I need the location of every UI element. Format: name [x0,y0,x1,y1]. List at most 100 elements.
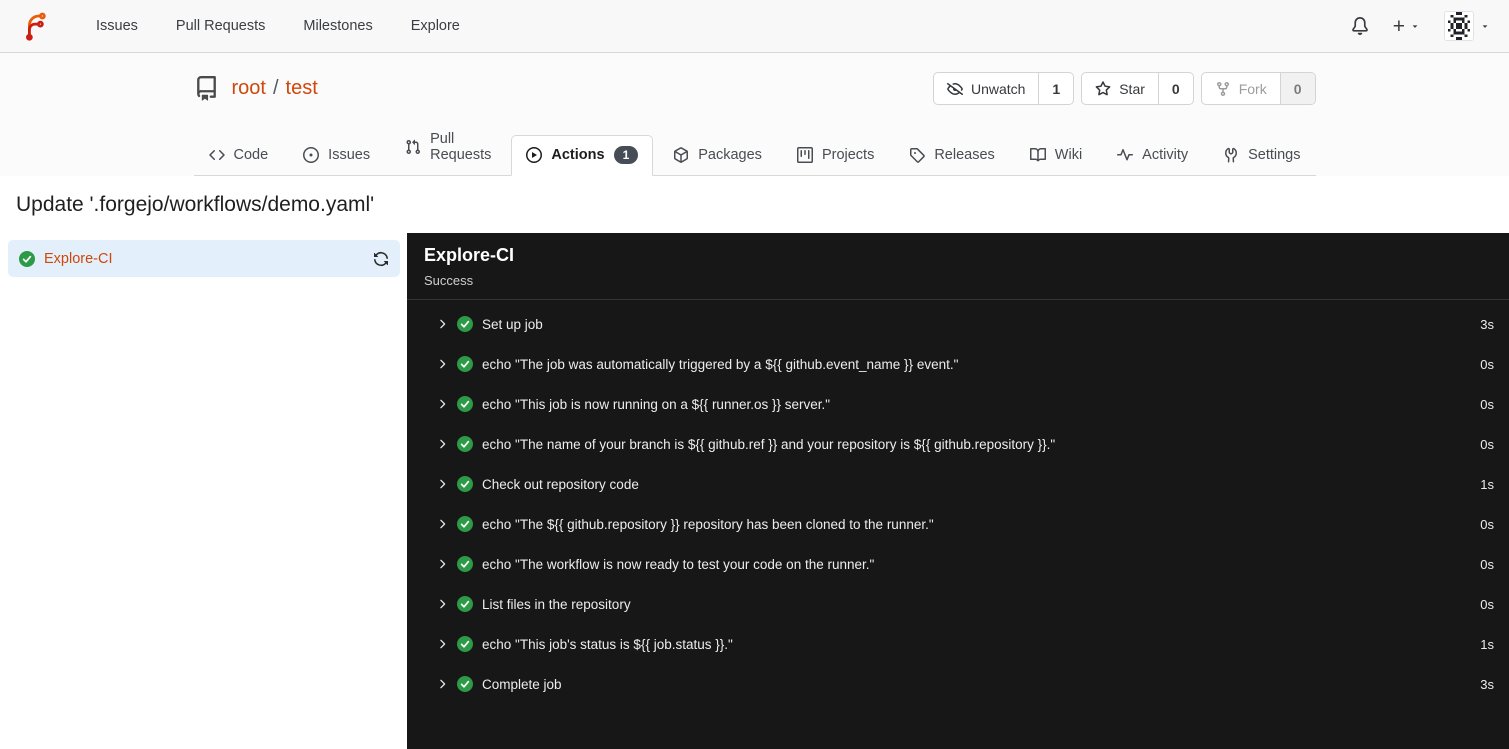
step-name: Check out repository code [482,476,639,492]
fork-icon [1215,81,1231,97]
star-button[interactable]: Star 0 [1081,72,1194,105]
check-circle-icon [457,676,473,692]
tab-actions-label: Actions [551,147,605,163]
jobs-sidebar: Explore-CI [0,233,407,749]
refresh-icon[interactable] [373,251,389,267]
tab-projects[interactable]: Projects [782,136,889,175]
job-step-row[interactable]: echo "The workflow is now ready to test … [407,544,1509,584]
chevron-right-icon[interactable] [435,677,449,691]
navbar-item-milestones[interactable]: Milestones [284,10,391,42]
job-step-row[interactable]: echo "The ${{ github.repository }} repos… [407,504,1509,544]
tab-code-label: Code [233,147,269,163]
chevron-down-icon [1480,21,1490,31]
step-duration: 0s [1480,596,1494,612]
step-name: echo "The job was automatically triggere… [482,356,959,372]
step-duration: 1s [1480,476,1494,492]
git-pull-request-icon [406,139,421,155]
tab-wiki[interactable]: Wiki [1015,136,1097,175]
repo-separator: / [272,77,279,99]
tab-projects-label: Projects [821,147,875,163]
tag-icon [910,148,926,163]
job-step-row[interactable]: Check out repository code 1s [407,464,1509,504]
job-status: Success [424,273,474,288]
tab-packages[interactable]: Packages [658,136,777,175]
unwatch-button[interactable]: Unwatch 1 [932,72,1075,105]
chevron-right-icon[interactable] [435,477,449,491]
run-title-row: Update '.forgejo/workflows/demo.yaml' [0,176,1509,233]
tab-actions[interactable]: Actions 1 [511,135,654,176]
fork-label: Fork [1238,80,1267,97]
repo-tabbar: Code Issues Pull Requests Actions 1 Pack… [193,120,1316,176]
eye-slash-icon [946,81,963,97]
chevron-right-icon[interactable] [435,357,449,371]
forks-count: 0 [1279,73,1315,104]
sidebar-job-label: Explore-CI [44,250,113,267]
chevron-right-icon[interactable] [435,557,449,571]
step-name: echo "The workflow is now ready to test … [482,556,875,572]
tab-settings[interactable]: Settings [1208,136,1315,175]
navbar-links: Issues Pull Requests Milestones Explore [77,10,479,42]
step-duration: 1s [1480,636,1494,652]
repo-action-buttons: Unwatch 1 Star 0 Fork 0 [932,72,1316,105]
tab-pull-requests-label: Pull Requests [430,131,492,163]
tab-wiki-label: Wiki [1054,147,1083,163]
forgejo-logo-icon[interactable] [19,10,51,42]
chevron-right-icon[interactable] [435,637,449,651]
step-name: Set up job [482,316,543,332]
chevron-right-icon[interactable] [435,397,449,411]
job-step-row[interactable]: echo "The name of your branch is ${{ git… [407,424,1509,464]
run-main: Explore-CI Explore-CI Success Set up job… [0,233,1509,749]
actions-count-badge: 1 [613,146,639,164]
job-step-row[interactable]: echo "This job is now running on a ${{ r… [407,384,1509,424]
check-circle-icon [457,556,473,572]
stars-count[interactable]: 0 [1157,73,1193,104]
create-new-dropdown[interactable]: + [1393,16,1420,37]
tools-icon [1225,147,1238,163]
chevron-right-icon[interactable] [435,437,449,451]
sidebar-job-explore-ci[interactable]: Explore-CI [8,240,400,277]
check-circle-icon [457,356,473,372]
tab-pull-requests[interactable]: Pull Requests [390,120,506,175]
chevron-right-icon[interactable] [435,317,449,331]
watchers-count[interactable]: 1 [1038,73,1073,104]
project-board-icon [796,147,813,163]
job-step-row[interactable]: List files in the repository 0s [407,584,1509,624]
step-name: echo "The name of your branch is ${{ git… [482,436,1056,452]
tab-activity[interactable]: Activity [1102,136,1203,175]
play-circle-icon [526,147,543,163]
tab-releases-label: Releases [934,147,995,163]
step-duration: 3s [1480,316,1494,332]
step-duration: 0s [1480,556,1494,572]
repo-owner-link[interactable]: root [232,77,266,100]
step-name: Complete job [482,676,562,692]
navbar-item-issues[interactable]: Issues [77,10,157,42]
navbar-item-explore[interactable]: Explore [392,10,479,42]
tab-code[interactable]: Code [194,136,284,175]
tab-issues[interactable]: Issues [288,136,385,175]
tab-issues-label: Issues [328,147,371,163]
check-circle-icon [457,316,473,332]
navbar-item-pull-requests[interactable]: Pull Requests [157,10,284,42]
issue-opened-icon [303,147,320,163]
job-step-row[interactable]: Complete job 3s [407,664,1509,704]
chevron-right-icon[interactable] [435,517,449,531]
user-menu-dropdown[interactable] [1444,11,1490,41]
step-name: echo "This job's status is ${{ job.statu… [482,636,733,652]
step-duration: 3s [1480,676,1494,692]
navbar-right: + [1351,11,1490,41]
plus-icon: + [1392,14,1405,38]
check-circle-icon [457,436,473,452]
book-open-icon [1029,147,1046,162]
unwatch-label: Unwatch [970,80,1026,97]
job-step-row[interactable]: echo "The job was automatically triggere… [407,344,1509,384]
chevron-right-icon[interactable] [435,597,449,611]
job-step-row[interactable]: echo "This job's status is ${{ job.statu… [407,624,1509,664]
repo-name-link[interactable]: test [286,77,318,100]
code-icon [208,149,225,161]
tab-packages-label: Packages [698,147,762,163]
job-step-row[interactable]: Set up job 3s [407,304,1509,344]
tab-releases[interactable]: Releases [894,136,1009,175]
check-circle-icon [457,636,473,652]
step-name: List files in the repository [482,596,631,612]
notifications-bell-icon[interactable] [1351,17,1369,35]
